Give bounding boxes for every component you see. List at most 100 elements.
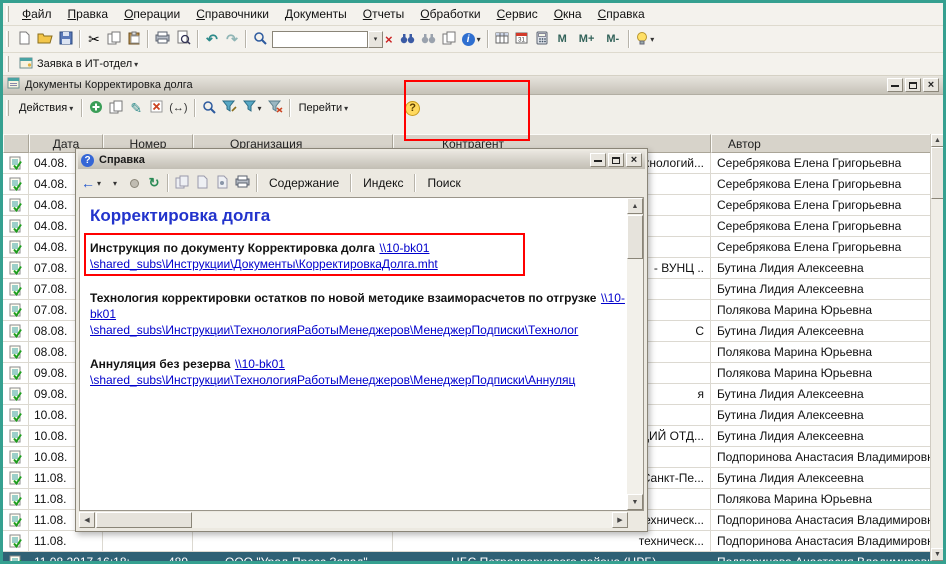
actions-button[interactable]: Действия ▾ <box>14 98 78 119</box>
scroll-thumb[interactable] <box>931 147 943 199</box>
interval-button[interactable]: (↔) <box>166 98 190 119</box>
copy-result-button[interactable] <box>439 29 459 50</box>
table-row[interactable]: 11.08.2017 16:18: 489 ООО "Урал-Пресс За… <box>3 552 943 561</box>
scroll-up-icon[interactable]: ▲ <box>627 198 643 214</box>
separator <box>245 30 247 48</box>
toolbar-grip[interactable] <box>6 100 9 116</box>
menu-item[interactable]: Операции <box>116 4 188 24</box>
cut-button[interactable]: ✂ <box>84 29 104 50</box>
print-button[interactable] <box>152 29 173 50</box>
forward-button[interactable]: ▾ <box>104 173 124 194</box>
paste-button[interactable] <box>124 29 144 50</box>
separator <box>628 30 631 48</box>
header-author[interactable]: Автор <box>711 134 943 153</box>
copy-item-button[interactable] <box>106 98 126 119</box>
stop-button[interactable] <box>124 173 144 194</box>
find-next-button[interactable] <box>418 29 439 50</box>
delete-button[interactable] <box>146 98 166 119</box>
scroll-right-icon[interactable]: ▶ <box>612 512 628 528</box>
filter-settings-button[interactable] <box>219 98 240 119</box>
search-dropdown-button[interactable]: ▾ <box>368 30 383 48</box>
help-window-titlebar[interactable]: ? Справка × <box>78 151 645 169</box>
new-button[interactable] <box>14 29 34 50</box>
back-button[interactable]: ← ▾ <box>78 173 104 194</box>
scroll-thumb[interactable] <box>96 512 192 528</box>
minimize-button[interactable] <box>887 78 903 92</box>
menu-item[interactable]: Обработки <box>412 4 488 24</box>
contents-button[interactable]: Содержание <box>261 174 347 192</box>
undo-button[interactable]: ↶ <box>202 29 222 50</box>
doc-window-titlebar[interactable]: Документы Корректировка долга × <box>3 76 943 95</box>
search-in-list-button[interactable] <box>199 98 219 119</box>
scroll-down-icon[interactable]: ▼ <box>627 494 643 510</box>
doc-posted-icon <box>3 216 29 237</box>
help-entry-path-link[interactable]: \shared_subs\Инструкции\ТехнологияРаботы… <box>90 323 578 338</box>
chevron-down-icon: ▾ <box>344 103 349 113</box>
menu-item[interactable]: Файл <box>14 4 60 24</box>
close-button[interactable]: × <box>923 78 939 92</box>
menu-item[interactable]: Справка <box>590 4 653 24</box>
find-button[interactable] <box>250 29 270 50</box>
scroll-down-icon[interactable]: ▼ <box>931 548 943 561</box>
help-horizontal-scrollbar[interactable]: ◀ ▶ <box>79 512 628 528</box>
scroll-thumb[interactable] <box>627 215 643 259</box>
memory-recall-button[interactable]: М <box>552 29 573 50</box>
calendar-button[interactable]: 31 <box>512 29 532 50</box>
search-tab-button[interactable]: Поиск <box>419 174 468 192</box>
close-button[interactable]: × <box>626 153 642 167</box>
search-input[interactable] <box>272 30 368 48</box>
scroll-left-icon[interactable]: ◀ <box>79 512 95 528</box>
print-page-button[interactable] <box>232 173 253 194</box>
scissors-icon: ✂ <box>88 31 100 47</box>
help-entry-path-link[interactable]: \shared_subs\Инструкции\Документы\Коррек… <box>90 257 438 272</box>
refresh-button[interactable]: ↻ <box>144 173 164 194</box>
menu-item[interactable]: Отчеты <box>355 4 413 24</box>
help-entry-server-link[interactable]: \\10-bk01 <box>235 357 285 371</box>
minimize-button[interactable] <box>590 153 606 167</box>
copy-button[interactable] <box>104 29 124 50</box>
cell-contragent: техническ... <box>393 531 711 552</box>
tip-button[interactable]: ▾ <box>633 29 657 50</box>
menu-item[interactable]: Сервис <box>489 4 546 24</box>
cell-date: 11.08.2017 16:18: <box>29 552 130 561</box>
index-button[interactable]: Индекс <box>355 174 411 192</box>
toolbar-grip[interactable] <box>6 31 9 47</box>
help-entry-path-link[interactable]: \shared_subs\Инструкции\ТехнологияРаботы… <box>90 373 575 388</box>
save-button[interactable] <box>56 29 76 50</box>
menu-item[interactable]: Справочники <box>188 4 277 24</box>
table-row[interactable]: 11.08. техническ... Подпоринова Анастаси… <box>3 531 943 552</box>
maximize-button[interactable] <box>905 78 921 92</box>
print-preview-button[interactable] <box>173 29 194 50</box>
toolbar-grip[interactable] <box>6 6 9 22</box>
help-vertical-scrollbar[interactable]: ▲ ▼ <box>627 198 643 510</box>
edit-button[interactable]: ✎ <box>126 98 146 119</box>
goto-button[interactable]: Перейти ▾ <box>294 98 354 119</box>
memory-plus-label: М+ <box>578 33 595 45</box>
memory-plus-button[interactable]: М+ <box>573 29 601 50</box>
redo-button[interactable]: ↷ <box>222 29 242 50</box>
maximize-button[interactable] <box>608 153 624 167</box>
it-request-button[interactable]: Заявка в ИТ-отдел ▾ <box>14 54 143 75</box>
open-button[interactable] <box>34 29 56 50</box>
help-button[interactable]: ? <box>405 100 421 116</box>
copy-page-button[interactable] <box>172 173 192 194</box>
toolbar-grip[interactable] <box>6 56 9 72</box>
clear-filter-button[interactable] <box>265 98 286 119</box>
add-button[interactable] <box>86 98 106 119</box>
info-button[interactable]: i ▾ <box>459 29 484 50</box>
table-scrollbar[interactable]: ▲ ▼ <box>930 134 943 561</box>
memory-minus-button[interactable]: М- <box>600 29 625 50</box>
save-page-button[interactable] <box>192 173 212 194</box>
help-entry-server-link[interactable]: \\10-bk01 <box>379 241 429 255</box>
header-status[interactable] <box>3 134 29 153</box>
find-dialog-button[interactable] <box>397 29 418 50</box>
menu-item[interactable]: Правка <box>60 4 117 24</box>
menu-item[interactable]: Окна <box>546 4 590 24</box>
options-button[interactable] <box>212 173 232 194</box>
table-tool-button[interactable] <box>492 29 512 50</box>
scroll-up-icon[interactable]: ▲ <box>931 134 943 147</box>
calculator-button[interactable] <box>532 29 552 50</box>
menu-item[interactable]: Документы <box>277 4 355 24</box>
filter-by-value-button[interactable]: ▾ <box>240 98 265 119</box>
clear-search-button[interactable]: × <box>385 32 393 47</box>
